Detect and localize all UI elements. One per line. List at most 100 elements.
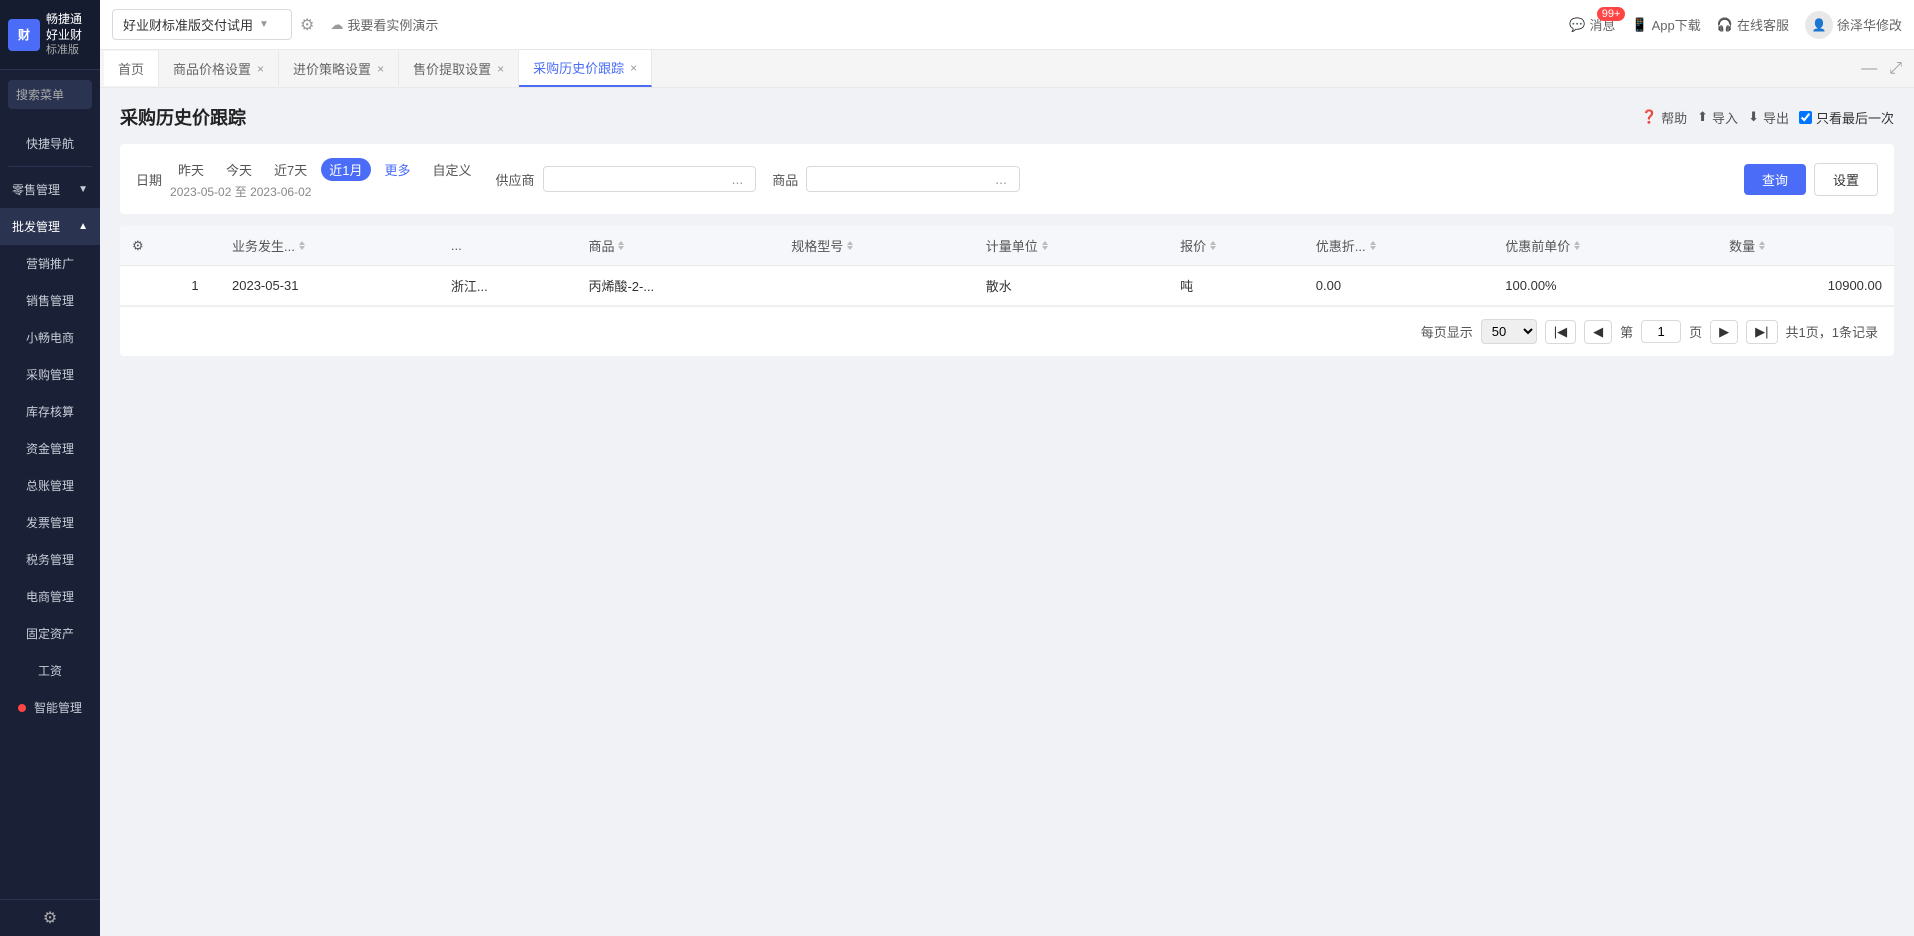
search-menu-button[interactable]: 搜索菜单 [8,80,92,109]
tab-home[interactable]: 首页 [104,51,159,86]
row-price-unit: 吨 [1168,266,1304,306]
smart-dot [18,704,26,712]
th-price[interactable]: 报价 [1168,226,1304,266]
invoice-label: 发票管理 [26,514,74,531]
sidebar-item-invoice[interactable]: 发票管理 [0,504,100,541]
sidebar-item-sales[interactable]: 销售管理 [0,282,100,319]
product-input[interactable] [815,172,991,187]
header-row: ⚙ 业务发生... [120,226,1894,266]
sort-up [1042,241,1048,245]
sidebar-item-ledger[interactable]: 总账管理 [0,467,100,504]
app-download-button[interactable]: 📱 App下载 [1631,15,1700,34]
sidebar-item-purchase[interactable]: 采购管理 [0,356,100,393]
product-dots[interactable]: ... [991,171,1011,187]
th-quantity[interactable]: 数量 [1717,226,1894,266]
tab-purchase-strategy-close[interactable]: × [377,62,384,76]
tab-purchase-history[interactable]: 采购历史价跟踪 × [519,50,652,87]
page-header: 采购历史价跟踪 ❓ 帮助 ⬆ 导入 ⬇ 导出 只看最后一次 [120,104,1894,130]
row-product: 丙烯酸-2-... [576,266,779,306]
row-spec [779,266,973,306]
quicknav-label: 快捷导航 [26,135,74,152]
row-dots: 浙江... [439,266,577,306]
date-opt-1month[interactable]: 近1月 [321,158,370,181]
th-date-sortable: 业务发生... [232,236,427,255]
sidebar-gear-icon[interactable]: ⚙ [43,908,57,928]
export-button[interactable]: ⬇ 导出 [1748,108,1789,127]
tab-sale-price[interactable]: 售价提取设置 × [399,51,519,86]
sort-down [1370,246,1376,250]
th-dots[interactable]: ... [439,226,577,266]
tab-purchase-history-close[interactable]: × [630,61,637,75]
sidebar-item-wholesale[interactable]: 批发管理 ▲ [0,208,100,245]
tab-minimize-button[interactable]: — [1857,58,1881,80]
date-opt-custom[interactable]: 自定义 [425,158,480,181]
th-product-sortable: 商品 [588,236,767,255]
finance-label: 资金管理 [26,440,74,457]
page-input[interactable] [1641,320,1681,343]
th-settings[interactable]: ⚙ [120,226,170,266]
tab-bar: 首页 商品价格设置 × 进价策略设置 × 售价提取设置 × 采购历史价跟踪 × … [100,50,1914,88]
topbar-right: 💬 消息 99+ 📱 App下载 🎧 在线客服 👤 徐泽华修改 [1569,11,1902,39]
settings-button[interactable]: 设置 [1814,163,1878,196]
tab-product-price[interactable]: 商品价格设置 × [159,51,279,86]
marketing-label: 营销推广 [26,255,74,272]
only-last-checkbox[interactable] [1799,111,1812,124]
product-selector[interactable]: 好业财标准版交付试用 ▼ [112,9,292,40]
export-icon: ⬇ [1748,109,1759,125]
sidebar-item-payroll[interactable]: 工资 [0,652,100,689]
sidebar-item-finance[interactable]: 资金管理 [0,430,100,467]
prev-page-button[interactable]: ◀ [1584,320,1612,344]
sidebar-item-inventory[interactable]: 库存核算 [0,393,100,430]
help-button[interactable]: ❓ 帮助 [1641,108,1687,127]
tax-label: 税务管理 [26,551,74,568]
sidebar-item-smart[interactable]: 智能管理 [0,689,100,726]
tab-maximize-button[interactable]: ⤢ [1885,58,1906,80]
sales-label: 销售管理 [26,292,74,309]
sidebar-item-marketing[interactable]: 营销推广 [0,245,100,282]
first-page-button[interactable]: |◀ [1545,320,1576,344]
sidebar-item-ecommerce[interactable]: 电商管理 [0,578,100,615]
date-opt-more[interactable]: 更多 [377,158,419,181]
tab-sale-price-close[interactable]: × [497,62,504,76]
topbar-settings-icon[interactable]: ⚙ [300,15,314,35]
row-unit: 散水 [974,266,1168,306]
date-opt-7days[interactable]: 近7天 [266,158,315,181]
query-button[interactable]: 查询 [1744,164,1806,195]
th-dots-label: ... [451,238,462,253]
sidebar-item-retail[interactable]: 零售管理 ▼ [0,171,100,208]
th-product[interactable]: 商品 [576,226,779,266]
sidebar-item-tax[interactable]: 税务管理 [0,541,100,578]
next-page-button[interactable]: ▶ [1710,320,1738,344]
sidebar-nav: 快捷导航 零售管理 ▼ 批发管理 ▲ 营销推广 销售管理 小畅电商 采购管理 [0,119,100,732]
sidebar-item-quicknav[interactable]: 快捷导航 [0,125,100,162]
supplier-dots[interactable]: ... [728,171,748,187]
demo-link[interactable]: ☁ 我要看实例演示 [330,15,438,34]
tab-purchase-strategy[interactable]: 进价策略设置 × [279,51,399,86]
online-service-label: 在线客服 [1737,15,1789,34]
sort-product-icon [618,241,624,250]
sort-discount-icon [1370,241,1376,250]
sort-up [299,241,305,245]
th-unit[interactable]: 计量单位 [974,226,1168,266]
supplier-input[interactable] [552,172,728,187]
per-page-select[interactable]: 20 50 100 [1481,319,1537,344]
th-spec[interactable]: 规格型号 [779,226,973,266]
th-discount[interactable]: 优惠折... [1304,226,1494,266]
online-service-button[interactable]: 🎧 在线客服 [1717,15,1789,34]
import-button[interactable]: ⬆ 导入 [1697,108,1738,127]
message-button[interactable]: 💬 消息 99+ [1569,15,1615,34]
th-pre-discount-price[interactable]: 优惠前单价 [1493,226,1717,266]
tab-product-price-close[interactable]: × [257,62,264,76]
user-menu-button[interactable]: 👤 徐泽华修改 [1805,11,1902,39]
message-icon: 💬 [1569,17,1585,33]
last-page-button[interactable]: ▶| [1746,320,1777,344]
th-date[interactable]: 业务发生... [220,226,439,266]
sidebar-item-assets[interactable]: 固定资产 [0,615,100,652]
th-quantity-sortable: 数量 [1729,236,1882,255]
table-wrap: ⚙ 业务发生... [120,226,1894,356]
sidebar-item-ecommerce-small[interactable]: 小畅电商 [0,319,100,356]
tab-home-label: 首页 [118,59,144,78]
date-opt-yesterday[interactable]: 昨天 [170,158,212,181]
date-opt-today[interactable]: 今天 [218,158,260,181]
filter-panel: 日期 昨天 今天 近7天 近1月 更多 自定义 2023-05-02 至 202… [120,144,1894,214]
